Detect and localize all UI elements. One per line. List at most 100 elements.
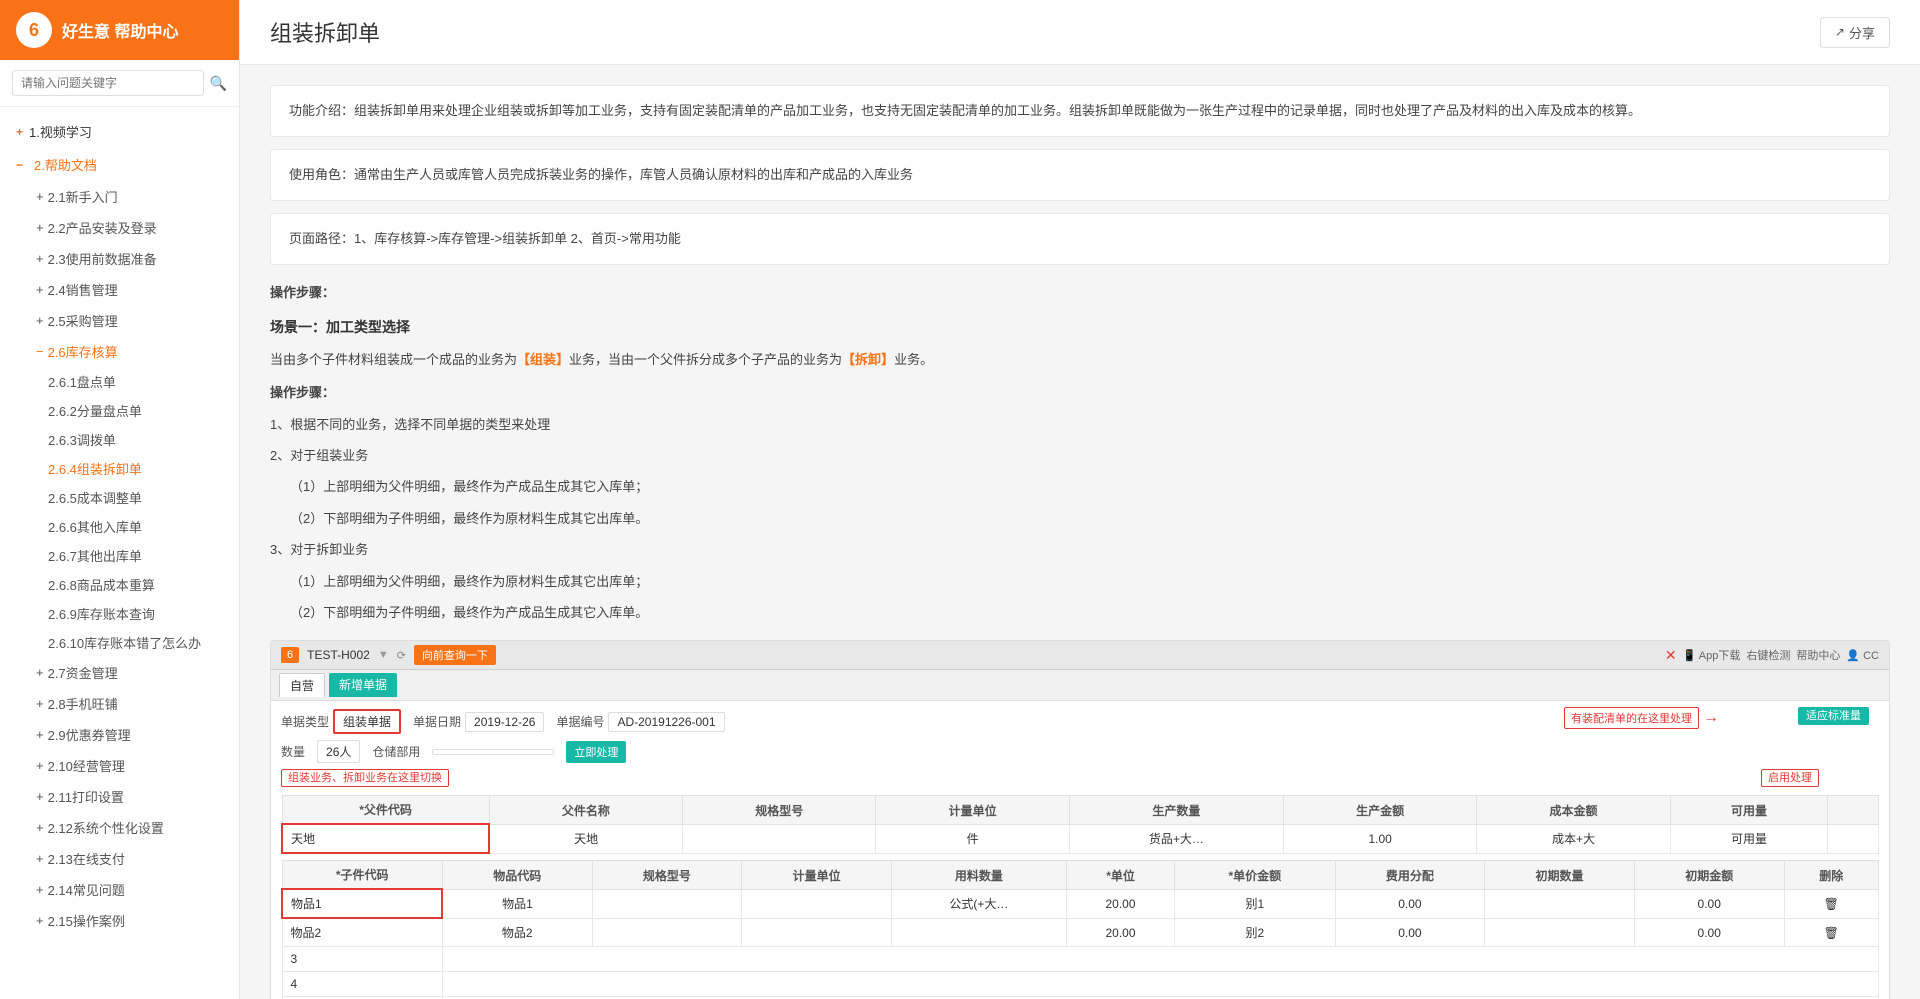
sidebar-item-2.10[interactable]: + 2.10经营管理	[0, 750, 239, 781]
form-date: 单据日期 2019-12-26	[413, 712, 544, 732]
minus-icon: −	[16, 158, 28, 172]
sidebar-item-2.6.5[interactable]: 2.6.5成本调整单	[0, 483, 239, 512]
tab-new[interactable]: 新增单据	[329, 673, 397, 697]
plus-icon-2.1: +	[36, 189, 44, 204]
upper-td-qty[interactable]: 货品+大…	[1069, 824, 1283, 853]
sub-steps-title: 操作步骤：	[270, 381, 1890, 404]
upper-td-spec	[683, 824, 876, 853]
app-download: 📱 App下载	[1683, 647, 1741, 663]
upper-td-name: 天地	[489, 824, 682, 853]
sidebar-item-docs[interactable]: − 2.帮助文档	[0, 148, 239, 181]
plus-icon-2.13: +	[36, 851, 44, 866]
sidebar-item-2.15[interactable]: + 2.15操作案例	[0, 905, 239, 936]
intro-box-2: 使用角色：通常由生产人员或库管人员完成拆装业务的操作，库管人员确认原材料的出库和…	[270, 149, 1890, 201]
warehouse-input[interactable]	[432, 749, 554, 755]
upper-td-amount: 1.00	[1283, 824, 1476, 853]
sidebar-item-2.6.2[interactable]: 2.6.2分量盘点单	[0, 396, 239, 425]
sidebar-item-2.5[interactable]: + 2.5采购管理	[0, 305, 239, 336]
date-value[interactable]: 2019-12-26	[465, 712, 544, 732]
app-help: 帮助中心	[1796, 647, 1840, 663]
type-label: 单据类型	[281, 713, 329, 730]
sidebar-item-2.12[interactable]: + 2.12系统个性化设置	[0, 812, 239, 843]
upper-td-unit: 件	[876, 824, 1069, 853]
share-icon: ↗	[1835, 25, 1845, 39]
upper-th-3: 规格型号	[683, 796, 876, 825]
intro-text-3: 页面路径：1、库存核算->库存管理->组装拆卸单 2、首页->常用功能	[289, 231, 681, 246]
app-screenshot: 6 TEST-H002 ▼ ⟳ 向前查询一下 ✕ 📱 App下载 右键检测 帮助…	[271, 641, 1889, 999]
upper-table-section: *父件代码 父件名称 规格型号 计量单位 生产数量 生产金额 成本金额 可用量	[281, 795, 1879, 854]
sidebar-item-2.6.6[interactable]: 2.6.6其他入库单	[0, 512, 239, 541]
lower-td-1-2: 物品1	[442, 889, 592, 918]
sidebar-item-2.3[interactable]: + 2.3使用前数据准备	[0, 243, 239, 274]
tab-ziy[interactable]: 自营	[279, 673, 325, 697]
upper-th-2: 父件名称	[489, 796, 682, 825]
form-num: 单据编号 AD-20191226-001	[556, 712, 724, 732]
sidebar-item-2.6.8[interactable]: 2.6.8商品成本重算	[0, 570, 239, 599]
adapt-btn-label[interactable]: 适应标准量	[1798, 707, 1869, 725]
page-title: 组装拆卸单	[270, 16, 380, 48]
sidebar-item-2.6.3[interactable]: 2.6.3调拨单	[0, 425, 239, 454]
annotation1: 有装配清单的在这里处理	[1564, 707, 1699, 729]
upper-th-6: 生产金额	[1283, 796, 1476, 825]
upper-td-action	[1828, 824, 1879, 853]
lower-row-2: 物品2 物品2 20.00 别2 0.00 0.00	[282, 918, 1879, 947]
search-box: 🔍	[0, 60, 239, 107]
annotation3: 组装业务、拆卸业务在这里切换	[281, 769, 449, 787]
sidebar-item-2.6.9[interactable]: 2.6.9库存账本查询	[0, 599, 239, 628]
num-value[interactable]: AD-20191226-001	[608, 712, 724, 732]
lower-td-1-1[interactable]: 物品1	[282, 889, 442, 918]
sidebar-item-2.11[interactable]: + 2.11打印设置	[0, 781, 239, 812]
step1: 1、根据不同的业务，选择不同单据的类型来处理	[270, 413, 1890, 436]
share-button[interactable]: ↗ 分享	[1820, 17, 1890, 48]
lower-td-2-3	[592, 918, 742, 947]
sidebar-item-2.6.10[interactable]: 2.6.10库存账本错了怎么办	[0, 628, 239, 657]
sidebar-item-2.14[interactable]: + 2.14常见问题	[0, 874, 239, 905]
sync-icon: ⟳	[397, 649, 406, 662]
search-input[interactable]	[12, 70, 204, 96]
sidebar-item-2.6[interactable]: − 2.6库存核算	[0, 336, 239, 367]
lower-td-2-1: 物品2	[282, 918, 442, 947]
upper-td-cost: 成本+大	[1477, 824, 1670, 853]
step2: 2、对于组装业务	[270, 444, 1890, 467]
app-nav-tabs: 自营 新增单据	[271, 670, 1889, 701]
main: 组装拆卸单 ↗ 分享 功能介绍：组装拆卸单用来处理企业组装或拆卸等加工业务，支持…	[240, 0, 1920, 999]
logo-icon: 6	[16, 12, 52, 48]
sidebar-item-2.2[interactable]: + 2.2产品安装及登录	[0, 212, 239, 243]
form-type: 单据类型 组装单据	[281, 709, 401, 734]
sidebar-item-2.6.1[interactable]: 2.6.1盘点单	[0, 367, 239, 396]
steps-title: 操作步骤：	[270, 281, 1890, 304]
app-logo-small: 6	[281, 647, 299, 663]
plus-icon-2.14: +	[36, 882, 44, 897]
upper-table: *父件代码 父件名称 规格型号 计量单位 生产数量 生产金额 成本金额 可用量	[281, 795, 1879, 854]
lower-td-1-del[interactable]: 🗑	[1784, 889, 1878, 918]
main-header: 组装拆卸单 ↗ 分享	[240, 0, 1920, 65]
lower-row-3: 3	[282, 947, 1879, 972]
nav-sub-items-docs: + 2.1新手入门 + 2.2产品安装及登录 + 2.3使用前数据准备 + 2.…	[0, 181, 239, 936]
qty-value[interactable]: 26人	[317, 740, 360, 763]
sidebar-item-2.4[interactable]: + 2.4销售管理	[0, 274, 239, 305]
type-value[interactable]: 组装单据	[333, 709, 401, 734]
sidebar-item-2.8[interactable]: + 2.8手机旺铺	[0, 688, 239, 719]
upper-th-1: *父件代码	[282, 796, 489, 825]
lower-td-2-del[interactable]: 🗑	[1784, 918, 1878, 947]
sidebar-item-2.9[interactable]: + 2.9优惠券管理	[0, 719, 239, 750]
lower-th-7: *单价金额	[1175, 861, 1335, 890]
sidebar-item-2.6.7[interactable]: 2.6.7其他出库单	[0, 541, 239, 570]
qty-label: 数量	[281, 743, 305, 760]
upper-td-code[interactable]: 天地	[282, 824, 489, 853]
sidebar-item-2.13[interactable]: + 2.13在线支付	[0, 843, 239, 874]
lower-th-9: 初期数量	[1485, 861, 1635, 890]
app-query-btn[interactable]: 向前查询一下	[414, 645, 496, 665]
plus-icon: +	[16, 125, 23, 139]
lower-th-10: 初期金额	[1634, 861, 1784, 890]
lower-td-2-4	[742, 918, 892, 947]
lower-td-4-rest	[442, 972, 1878, 997]
process-btn[interactable]: 立即处理	[566, 741, 626, 763]
search-button[interactable]: 🔍	[210, 75, 227, 92]
lower-td-2-7: 别2	[1175, 918, 1335, 947]
sidebar-item-2.6.4[interactable]: 2.6.4组装拆卸单	[0, 454, 239, 483]
sidebar-item-video[interactable]: + 1.视频学习	[0, 115, 239, 148]
sidebar-item-2.1[interactable]: + 2.1新手入门	[0, 181, 239, 212]
step2-2: （2）下部明细为子件明细，最终作为原材料生成其它出库单。	[270, 507, 1890, 530]
sidebar-item-2.7[interactable]: + 2.7资金管理	[0, 657, 239, 688]
